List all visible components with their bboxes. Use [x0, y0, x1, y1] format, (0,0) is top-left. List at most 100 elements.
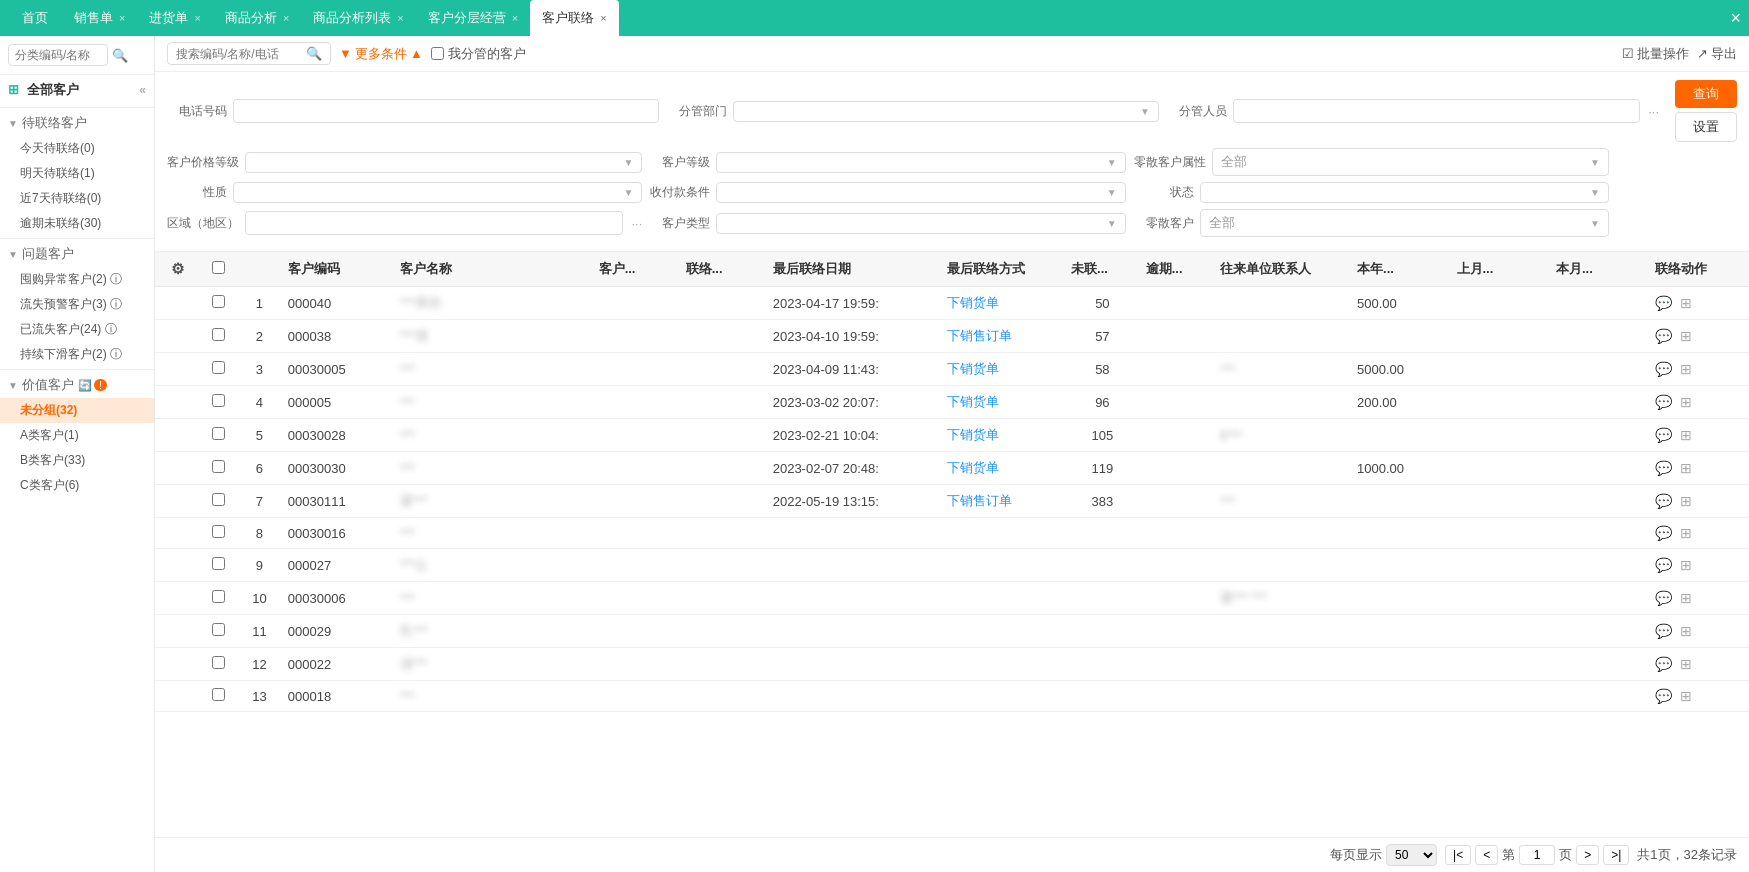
grid-action-icon[interactable]: ⊞ [1680, 557, 1692, 573]
reset-button[interactable]: 设置 [1675, 112, 1737, 142]
chat-icon[interactable]: 💬 [1655, 328, 1672, 344]
sidebar-item-today[interactable]: 今天待联络(0) [0, 136, 154, 161]
chat-icon[interactable]: 💬 [1655, 460, 1672, 476]
nav-tab-customer-layer[interactable]: 客户分层经营 × [416, 0, 530, 36]
page-number-input[interactable] [1519, 845, 1555, 865]
chat-icon[interactable]: 💬 [1655, 493, 1672, 509]
chat-icon[interactable]: 💬 [1655, 623, 1672, 639]
region-dots[interactable]: ··· [631, 216, 642, 231]
group-problem-customers[interactable]: ▼ 问题客户 [0, 241, 154, 267]
search-icon-main[interactable]: 🔍 [306, 46, 322, 61]
contact-way-link[interactable]: 下销售订单 [947, 493, 1012, 508]
payment-select[interactable]: ▼ [716, 182, 1125, 203]
sidebar-search-input[interactable] [8, 44, 108, 66]
row-checkbox[interactable] [212, 557, 225, 570]
chat-icon[interactable]: 💬 [1655, 590, 1672, 606]
sidebar-item-ungroup[interactable]: 未分组(32) [0, 398, 154, 423]
nature-select[interactable]: ▼ [233, 182, 642, 203]
nav-tab-sales[interactable]: 销售单 × [62, 0, 137, 36]
my-customer-checkbox[interactable] [431, 47, 444, 60]
contact-way-link[interactable]: 下销货单 [947, 394, 999, 409]
sidebar-item-churned[interactable]: 已流失客户(24) ⓘ [0, 317, 154, 342]
batch-op-btn[interactable]: ☑ 批量操作 [1622, 45, 1689, 63]
sidebar-item-churn-warning[interactable]: 流失预警客户(3) ⓘ [0, 292, 154, 317]
grid-action-icon[interactable]: ⊞ [1680, 688, 1692, 704]
chat-icon[interactable]: 💬 [1655, 427, 1672, 443]
next-page-btn[interactable]: > [1576, 845, 1599, 865]
search-input[interactable] [176, 47, 306, 61]
row-checkbox[interactable] [212, 394, 225, 407]
row-checkbox[interactable] [212, 427, 225, 440]
sidebar-item-declining[interactable]: 持续下滑客户(2) ⓘ [0, 342, 154, 367]
grid-action-icon[interactable]: ⊞ [1680, 623, 1692, 639]
chat-icon[interactable]: 💬 [1655, 525, 1672, 541]
manager-input[interactable] [1233, 99, 1640, 123]
sidebar-item-7days[interactable]: 近7天待联络(0) [0, 186, 154, 211]
grid-action-icon[interactable]: ⊞ [1680, 460, 1692, 476]
contact-way-link[interactable]: 下销货单 [947, 295, 999, 310]
export-btn[interactable]: ↗ 导出 [1697, 45, 1737, 63]
close-customer-contact-tab[interactable]: × [600, 12, 606, 24]
all-customers-section[interactable]: ⊞ 全部客户 « [0, 75, 154, 105]
retail-attr-select[interactable]: 全部 ▼ [1212, 148, 1609, 176]
close-product-analysis-tab[interactable]: × [283, 12, 289, 24]
prev-page-btn[interactable]: < [1475, 845, 1498, 865]
customer-level-select[interactable]: ▼ [716, 152, 1125, 173]
manager-dots[interactable]: ··· [1648, 104, 1659, 119]
row-checkbox[interactable] [212, 656, 225, 669]
more-conditions-btn[interactable]: ▼ 更多条件 ▲ [339, 45, 423, 63]
grid-action-icon[interactable]: ⊞ [1680, 295, 1692, 311]
retail-customer-select[interactable]: 全部 ▼ [1200, 209, 1609, 237]
grid-action-icon[interactable]: ⊞ [1680, 394, 1692, 410]
chat-icon[interactable]: 💬 [1655, 295, 1672, 311]
row-checkbox[interactable] [212, 328, 225, 341]
contact-way-link[interactable]: 下销货单 [947, 427, 999, 442]
row-checkbox[interactable] [212, 525, 225, 538]
row-checkbox[interactable] [212, 361, 225, 374]
region-input[interactable] [245, 211, 623, 235]
grid-action-icon[interactable]: ⊞ [1680, 525, 1692, 541]
row-checkbox[interactable] [212, 460, 225, 473]
window-close-button[interactable]: × [1730, 8, 1741, 29]
row-checkbox[interactable] [212, 590, 225, 603]
contact-way-link[interactable]: 下销货单 [947, 361, 999, 376]
grid-action-icon[interactable]: ⊞ [1680, 328, 1692, 344]
chat-icon[interactable]: 💬 [1655, 557, 1672, 573]
sidebar-item-a-class[interactable]: A类客户(1) [0, 423, 154, 448]
chat-icon[interactable]: 💬 [1655, 361, 1672, 377]
select-all-checkbox[interactable] [212, 261, 225, 274]
sidebar-item-abnormal[interactable]: 囤购异常客户(2) ⓘ [0, 267, 154, 292]
contact-way-link[interactable]: 下销货单 [947, 460, 999, 475]
price-level-select[interactable]: ▼ [245, 152, 642, 173]
row-checkbox[interactable] [212, 493, 225, 506]
sidebar-item-c-class[interactable]: C类客户(6) [0, 473, 154, 498]
group-value-customers[interactable]: ▼ 价值客户 🔄 ! [0, 372, 154, 398]
nav-tab-product-analysis[interactable]: 商品分析 × [213, 0, 301, 36]
row-checkbox[interactable] [212, 688, 225, 701]
grid-action-icon[interactable]: ⊞ [1680, 493, 1692, 509]
sidebar-search-icon[interactable]: 🔍 [112, 48, 128, 63]
row-checkbox[interactable] [212, 623, 225, 636]
customer-type-select[interactable]: ▼ [716, 213, 1125, 234]
sidebar-item-b-class[interactable]: B类客户(33) [0, 448, 154, 473]
grid-action-icon[interactable]: ⊞ [1680, 656, 1692, 672]
grid-action-icon[interactable]: ⊞ [1680, 361, 1692, 377]
group-pending-contact[interactable]: ▼ 待联络客户 [0, 110, 154, 136]
last-page-btn[interactable]: >| [1603, 845, 1629, 865]
chat-icon[interactable]: 💬 [1655, 656, 1672, 672]
grid-action-icon[interactable]: ⊞ [1680, 427, 1692, 443]
status-select[interactable]: ▼ [1200, 182, 1609, 203]
nav-tab-purchase[interactable]: 进货单 × [137, 0, 212, 36]
grid-action-icon[interactable]: ⊞ [1680, 590, 1692, 606]
query-button[interactable]: 查询 [1675, 80, 1737, 108]
sidebar-item-tomorrow[interactable]: 明天待联络(1) [0, 161, 154, 186]
column-settings-icon[interactable]: ⚙ [171, 260, 184, 277]
close-product-list-tab[interactable]: × [397, 12, 403, 24]
nav-tab-product-list[interactable]: 商品分析列表 × [301, 0, 415, 36]
first-page-btn[interactable]: |< [1445, 845, 1471, 865]
sidebar-collapse-icon[interactable]: « [139, 83, 146, 97]
row-checkbox[interactable] [212, 295, 225, 308]
sidebar-item-overdue[interactable]: 逾期未联络(30) [0, 211, 154, 236]
chat-icon[interactable]: 💬 [1655, 688, 1672, 704]
page-size-select[interactable]: 50 100 [1386, 844, 1437, 866]
